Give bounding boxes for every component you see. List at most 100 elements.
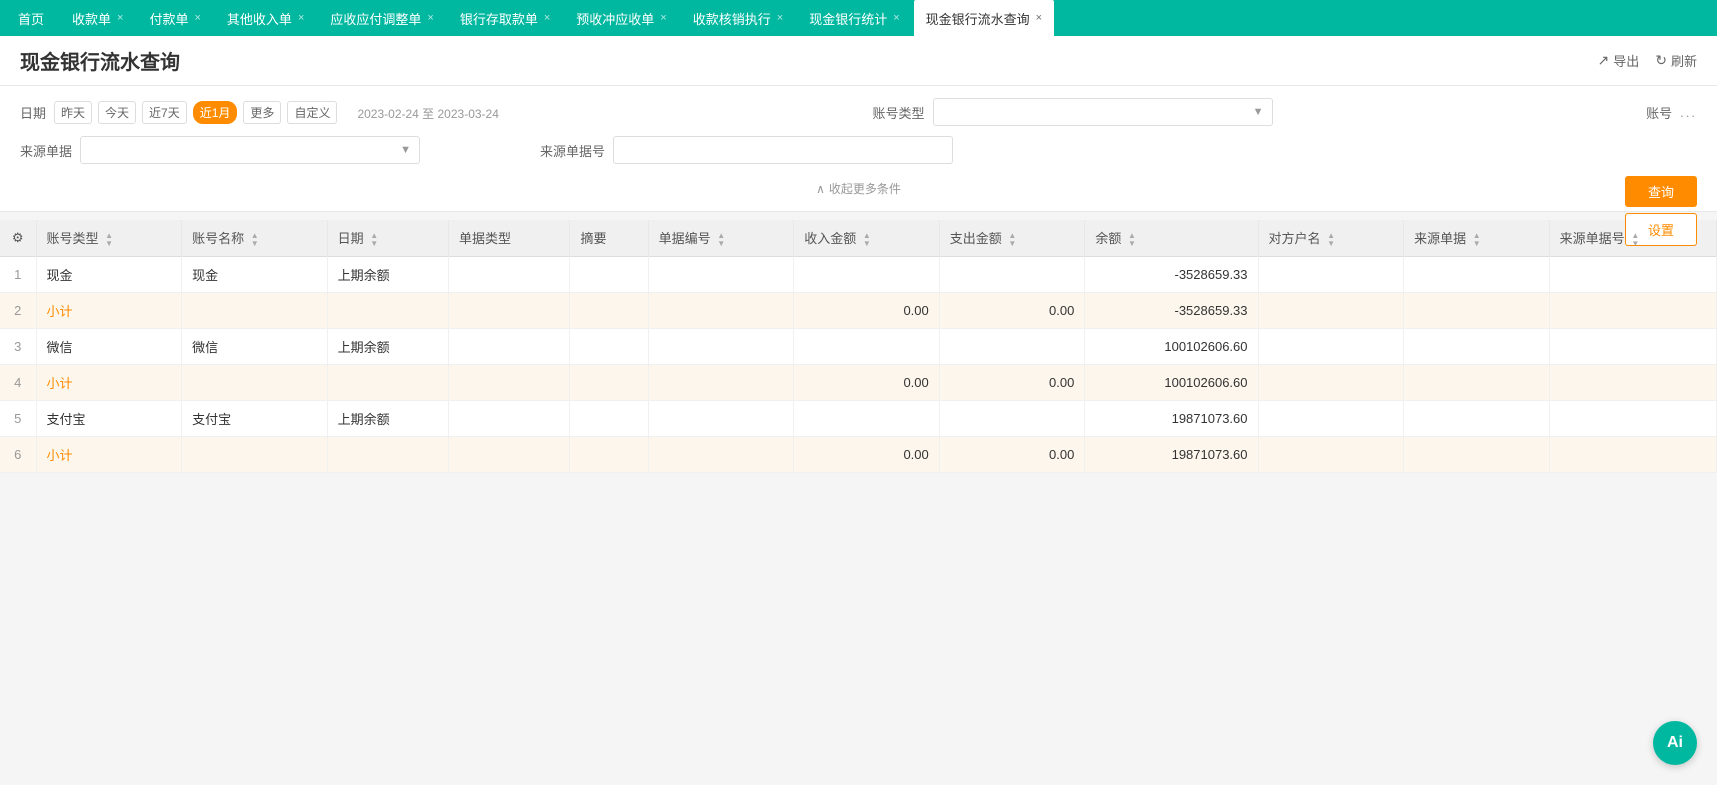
data-table: ⚙ 账号类型 ▲▼ 账号名称 ▲▼ 日期 ▲▼ 单据类型 摘 — [0, 220, 1717, 473]
row-doc-no — [648, 400, 794, 436]
row-index: 5 — [0, 400, 36, 436]
table-row[interactable]: 4小计0.000.00100102606.60 — [0, 364, 1717, 400]
nav-tab-8[interactable]: 现金银行流水查询 × — [914, 0, 1054, 36]
row-account-name: 现金 — [182, 256, 328, 292]
source-doc-label: 来源单据 — [20, 141, 72, 160]
row-source-doc-no — [1549, 256, 1716, 292]
row-counterparty — [1258, 400, 1404, 436]
table-row[interactable]: 5支付宝支付宝上期余额19871073.60 — [0, 400, 1717, 436]
close-icon[interactable]: × — [117, 12, 123, 24]
ai-assistant-button[interactable]: Ai — [1653, 721, 1697, 765]
date-btn-1month[interactable]: 近1月 — [193, 101, 238, 124]
close-icon[interactable]: × — [893, 12, 899, 24]
sort-icon: ▲▼ — [370, 232, 378, 248]
sort-icon: ▲▼ — [1631, 232, 1639, 248]
row-summary — [570, 292, 648, 328]
col-doc-no[interactable]: 单据编号 ▲▼ — [648, 220, 794, 256]
account-more-icon[interactable]: ... — [1680, 105, 1697, 120]
table-row[interactable]: 3微信微信上期余额100102606.60 — [0, 328, 1717, 364]
refresh-button[interactable]: ↻ 刷新 — [1655, 51, 1697, 70]
sort-icon: ▲▼ — [105, 232, 113, 248]
row-index: 2 — [0, 292, 36, 328]
row-source-doc — [1404, 292, 1550, 328]
date-btn-yesterday[interactable]: 昨天 — [54, 101, 92, 124]
nav-tab-3[interactable]: 应收应付调整单 × — [318, 0, 445, 36]
nav-tab-2[interactable]: 其他收入单 × — [215, 0, 316, 36]
row-account-name — [182, 436, 328, 472]
row-account-type: 现金 — [36, 256, 182, 292]
sort-icon: ▲▼ — [1008, 232, 1016, 248]
query-button[interactable]: 查询 — [1625, 176, 1697, 207]
row-doc-no — [648, 436, 794, 472]
close-icon[interactable]: × — [194, 12, 200, 24]
table-container: ⚙ 账号类型 ▲▼ 账号名称 ▲▼ 日期 ▲▼ 单据类型 摘 — [0, 220, 1717, 473]
col-account-type[interactable]: 账号类型 ▲▼ — [36, 220, 182, 256]
date-btn-more[interactable]: 更多 — [243, 101, 281, 124]
row-source-doc-no — [1549, 328, 1716, 364]
close-icon[interactable]: × — [1036, 12, 1042, 24]
source-doc-no-label: 来源单据号 — [540, 141, 605, 160]
row-date: 上期余额 — [327, 328, 448, 364]
nav-home[interactable]: 首页 — [4, 0, 58, 36]
row-summary — [570, 364, 648, 400]
close-icon[interactable]: × — [298, 12, 304, 24]
row-doc-type — [449, 400, 570, 436]
col-balance[interactable]: 余额 ▲▼ — [1085, 220, 1258, 256]
row-account-type: 小计 — [36, 364, 182, 400]
collapse-bar[interactable]: ∧ 收起更多条件 — [20, 174, 1697, 203]
date-btn-7days[interactable]: 近7天 — [142, 101, 187, 124]
row-balance: 100102606.60 — [1085, 364, 1258, 400]
date-btn-custom[interactable]: 自定义 — [287, 101, 337, 124]
col-account-name[interactable]: 账号名称 ▲▼ — [182, 220, 328, 256]
col-source-doc-no[interactable]: 来源单据号 ▲▼ — [1549, 220, 1716, 256]
close-icon[interactable]: × — [427, 12, 433, 24]
date-label: 日期 — [20, 103, 46, 122]
nav-tab-0[interactable]: 收款单 × — [60, 0, 135, 36]
col-counterparty[interactable]: 对方户名 ▲▼ — [1258, 220, 1404, 256]
page-header: 现金银行流水查询 ↗ 导出 ↻ 刷新 — [0, 36, 1717, 86]
export-button[interactable]: ↗ 导出 — [1598, 51, 1640, 70]
account-type-select[interactable]: ▼ — [933, 98, 1273, 126]
col-settings[interactable]: ⚙ — [0, 220, 36, 256]
row-source-doc — [1404, 436, 1550, 472]
col-source-doc[interactable]: 来源单据 ▲▼ — [1404, 220, 1550, 256]
col-expense[interactable]: 支出金额 ▲▼ — [939, 220, 1085, 256]
table-header-row: ⚙ 账号类型 ▲▼ 账号名称 ▲▼ 日期 ▲▼ 单据类型 摘 — [0, 220, 1717, 256]
row-counterparty — [1258, 256, 1404, 292]
nav-tab-5[interactable]: 预收冲应收单 × — [564, 0, 678, 36]
table-row[interactable]: 2小计0.000.00-3528659.33 — [0, 292, 1717, 328]
header-actions: ↗ 导出 ↻ 刷新 — [1598, 51, 1698, 70]
row-account-type: 小计 — [36, 436, 182, 472]
col-date[interactable]: 日期 ▲▼ — [327, 220, 448, 256]
account-type-filter: 账号类型 ▼ — [873, 98, 1273, 126]
close-icon[interactable]: × — [660, 12, 666, 24]
table-row[interactable]: 1现金现金上期余额-3528659.33 — [0, 256, 1717, 292]
row-date — [327, 436, 448, 472]
table-row[interactable]: 6小计0.000.0019871073.60 — [0, 436, 1717, 472]
source-doc-select[interactable]: ▼ — [80, 136, 420, 164]
row-source-doc — [1404, 364, 1550, 400]
sort-icon: ▲▼ — [717, 232, 725, 248]
row-date — [327, 364, 448, 400]
chevron-up-icon: ∧ — [816, 182, 825, 196]
nav-tab-6[interactable]: 收款核销执行 × — [681, 0, 795, 36]
date-btn-today[interactable]: 今天 — [98, 101, 136, 124]
nav-tab-4[interactable]: 银行存取款单 × — [448, 0, 562, 36]
nav-tab-7[interactable]: 现金银行统计 × — [797, 0, 911, 36]
filter-row-2: 来源单据 ▼ 来源单据号 — [20, 136, 1697, 164]
nav-tab-1[interactable]: 付款单 × — [137, 0, 212, 36]
close-icon[interactable]: × — [544, 12, 550, 24]
row-doc-no — [648, 328, 794, 364]
close-icon[interactable]: × — [777, 12, 783, 24]
account-label: 账号 — [1646, 103, 1672, 122]
row-account-type: 支付宝 — [36, 400, 182, 436]
source-doc-no-input[interactable] — [613, 136, 953, 164]
account-filter: 账号 ... — [1646, 103, 1697, 122]
export-icon: ↗ — [1598, 52, 1610, 69]
row-doc-type — [449, 364, 570, 400]
row-doc-type — [449, 256, 570, 292]
col-income[interactable]: 收入金额 ▲▼ — [794, 220, 940, 256]
row-doc-no — [648, 256, 794, 292]
row-date: 上期余额 — [327, 256, 448, 292]
row-counterparty — [1258, 436, 1404, 472]
